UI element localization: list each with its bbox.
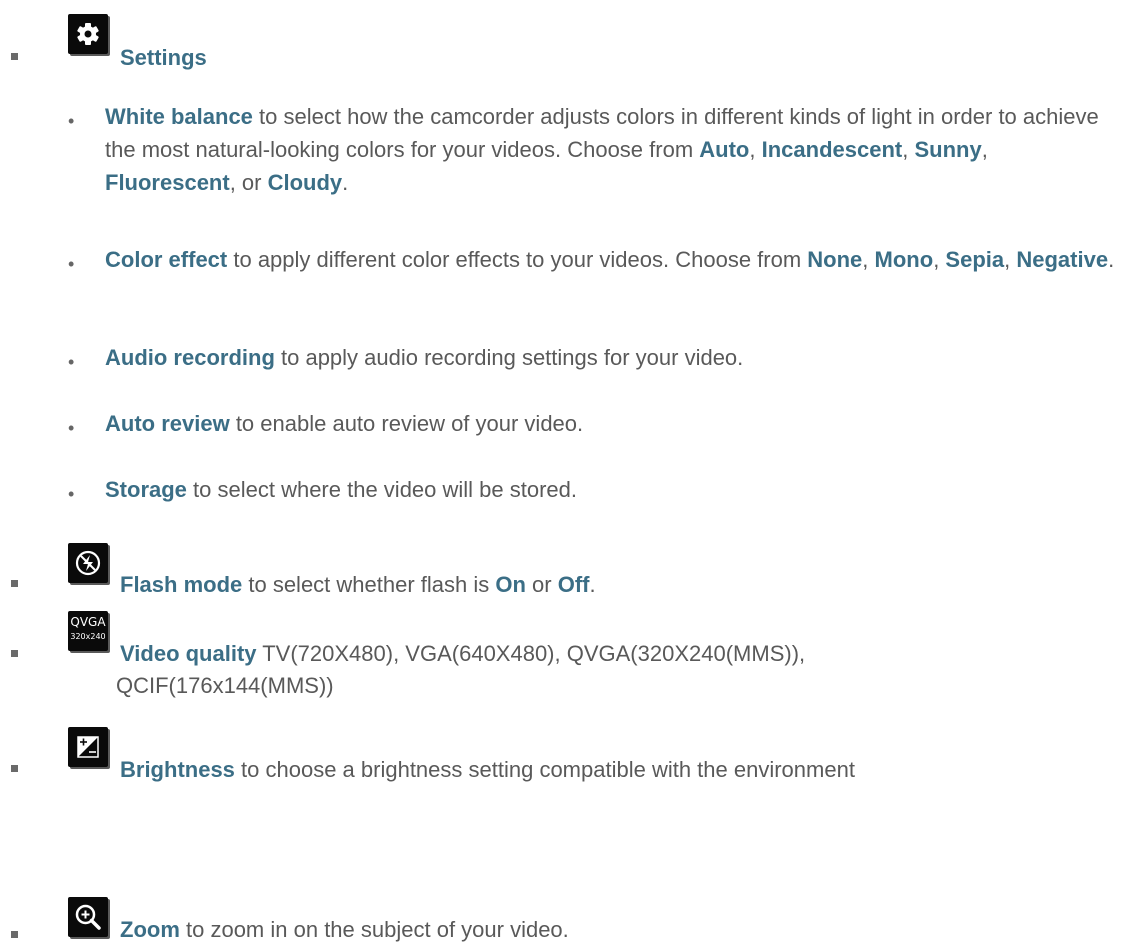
bullet-dot: •	[68, 352, 75, 372]
bullet-square	[11, 931, 18, 938]
settings-heading: Settings	[120, 45, 207, 70]
bullet-square	[11, 765, 18, 772]
bullet-square	[11, 580, 18, 587]
flash-off-icon[interactable]	[68, 543, 108, 583]
bullet-square	[11, 53, 18, 60]
brightness-text: Brightness to choose a brightness settin…	[120, 757, 855, 782]
qvga-icon[interactable]: QVGA 320x240	[68, 611, 108, 651]
list-item-color-effect: Color effect to apply different color ef…	[105, 247, 1115, 272]
list-item-auto-review: Auto review to enable auto review of you…	[105, 411, 584, 436]
list-item-white-balance: White balance to select how the camcorde…	[105, 104, 1099, 195]
bullet-dot: •	[68, 111, 75, 131]
video-quality-text-continued: QCIF(176x144(MMS))	[116, 673, 334, 698]
qvga-icon-resolution: 320x240	[70, 632, 106, 641]
zoom-in-icon[interactable]	[68, 897, 108, 937]
zoom-text: Zoom to zoom in on the subject of your v…	[120, 917, 569, 942]
bullet-square	[11, 650, 18, 657]
bullet-dot: •	[68, 484, 75, 504]
bullet-dot: •	[68, 254, 75, 274]
bullet-dot: •	[68, 418, 75, 438]
list-item-storage: Storage to select where the video will b…	[105, 477, 578, 502]
qvga-icon-label: QVGA	[70, 615, 106, 629]
flash-mode-text: Flash mode to select whether flash is On…	[120, 572, 596, 597]
list-item-audio-recording: Audio recording to apply audio recording…	[105, 345, 744, 370]
gear-icon[interactable]	[68, 14, 108, 54]
exposure-icon[interactable]	[68, 727, 108, 767]
video-quality-text: Video quality TV(720X480), VGA(640X480),…	[120, 641, 806, 666]
